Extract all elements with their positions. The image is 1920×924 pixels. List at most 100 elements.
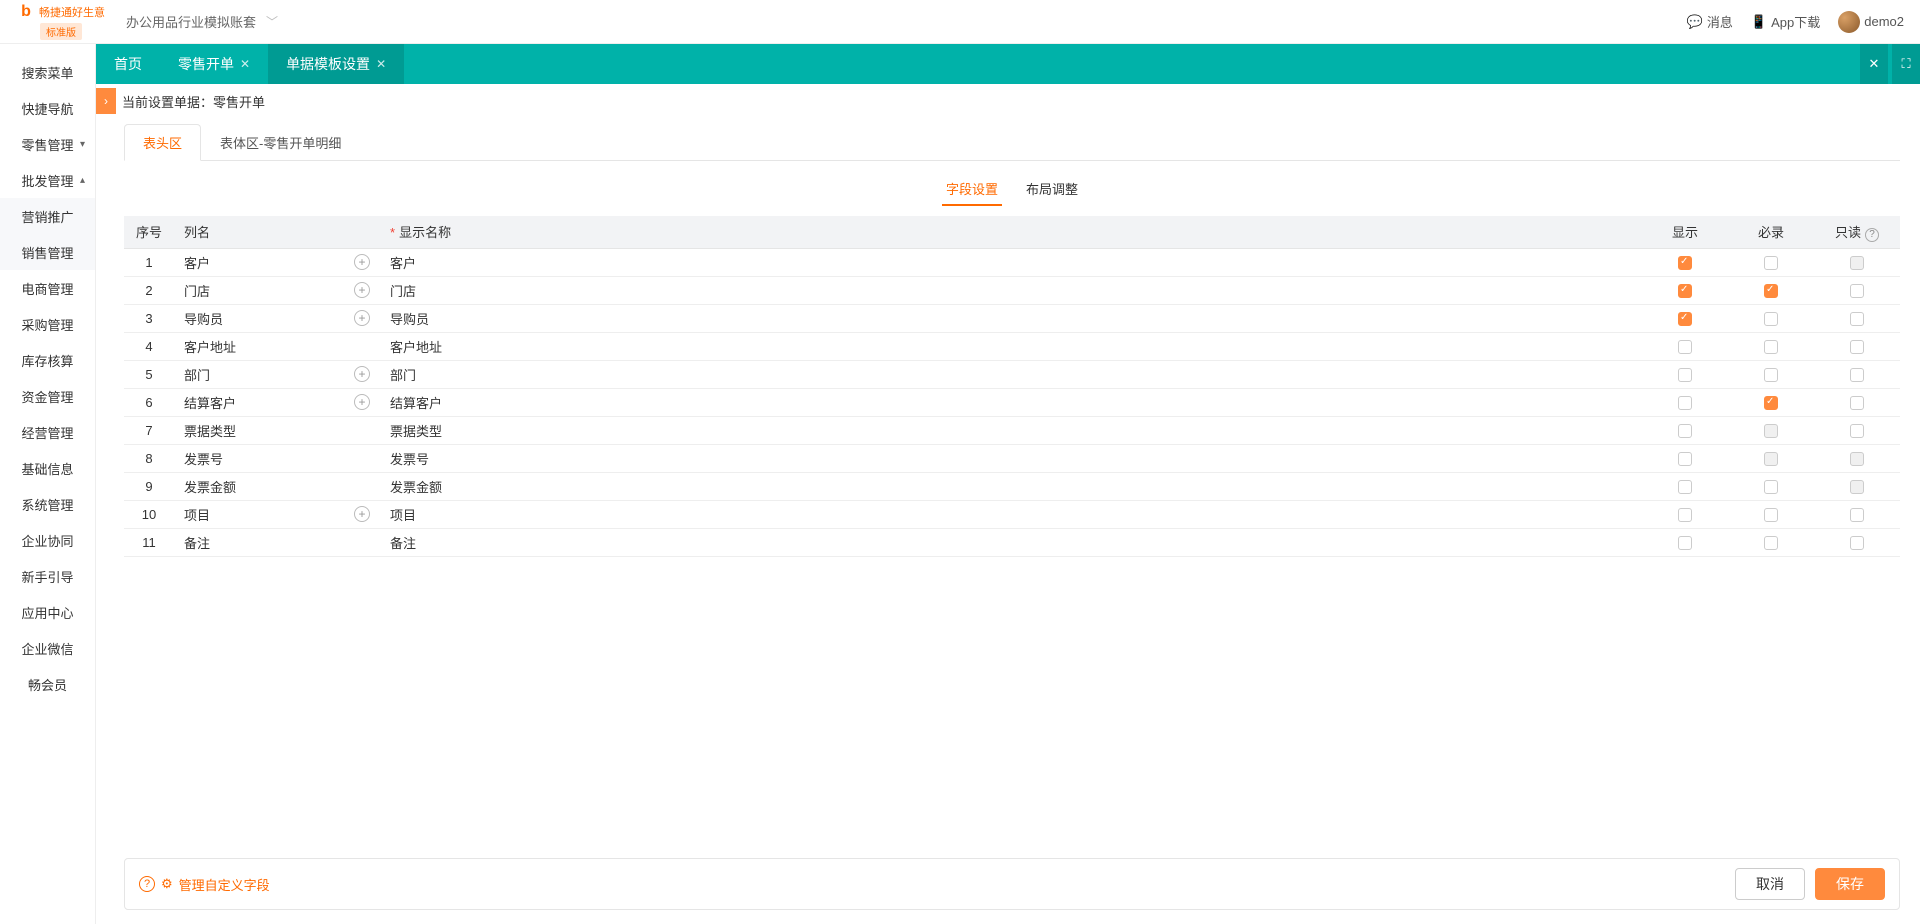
checkbox[interactable]: [1764, 396, 1778, 410]
checkbox[interactable]: [1678, 256, 1692, 270]
required-star-icon: *: [390, 225, 395, 240]
mode-tab[interactable]: 布局调整: [1022, 173, 1082, 206]
cell-display[interactable]: 部门: [380, 360, 1642, 388]
cell-readonly: [1814, 332, 1900, 360]
cell-colname: 备注: [174, 528, 344, 556]
checkbox[interactable]: [1850, 424, 1864, 438]
sidebar-subitem[interactable]: 营销推广: [0, 198, 95, 234]
checkbox[interactable]: [1764, 508, 1778, 522]
cell-colname: 门店: [174, 276, 344, 304]
sidebar-item[interactable]: 批发管理▴: [0, 162, 95, 198]
cell-display[interactable]: 客户地址: [380, 332, 1642, 360]
cell-readonly: [1814, 248, 1900, 276]
tab[interactable]: 首页: [96, 44, 160, 84]
section-tab[interactable]: 表体区-零售开单明细: [201, 124, 360, 161]
checkbox[interactable]: [1764, 256, 1778, 270]
checkbox[interactable]: [1678, 284, 1692, 298]
checkbox[interactable]: [1678, 312, 1692, 326]
brand-icon: b: [17, 3, 35, 21]
checkbox[interactable]: [1764, 368, 1778, 382]
collapse-handle[interactable]: ›: [96, 88, 116, 114]
sidebar-item[interactable]: 新手引导: [0, 558, 95, 594]
checkbox[interactable]: [1850, 536, 1864, 550]
sidebar-item[interactable]: 采购管理: [0, 306, 95, 342]
cell-seq: 10: [124, 500, 174, 528]
sidebar-item[interactable]: 基础信息: [0, 450, 95, 486]
cell-display[interactable]: 项目: [380, 500, 1642, 528]
sidebar-item[interactable]: 电商管理: [0, 270, 95, 306]
sidebar-item[interactable]: 资金管理: [0, 378, 95, 414]
close-icon[interactable]: ✕: [240, 57, 250, 71]
tab[interactable]: 零售开单 ✕: [160, 44, 268, 84]
checkbox[interactable]: [1850, 508, 1864, 522]
checkbox[interactable]: [1764, 480, 1778, 494]
user-menu[interactable]: demo2: [1838, 11, 1904, 33]
checkbox[interactable]: [1678, 424, 1692, 438]
cell-add: [344, 332, 380, 360]
cell-display[interactable]: 导购员: [380, 304, 1642, 332]
checkbox[interactable]: [1764, 312, 1778, 326]
cell-display[interactable]: 备注: [380, 528, 1642, 556]
checkbox[interactable]: [1764, 340, 1778, 354]
sidebar-item[interactable]: 搜索菜单: [0, 54, 95, 90]
cell-colname: 导购员: [174, 304, 344, 332]
sidebar-item[interactable]: 畅会员: [0, 666, 95, 702]
checkbox[interactable]: [1850, 312, 1864, 326]
cell-display[interactable]: 票据类型: [380, 416, 1642, 444]
cancel-button[interactable]: 取消: [1735, 868, 1805, 900]
org-selector[interactable]: 办公用品行业模拟账套 ﹀: [126, 12, 278, 31]
add-icon[interactable]: +: [354, 506, 370, 522]
checkbox[interactable]: [1764, 284, 1778, 298]
manage-custom-fields-link[interactable]: ? ⚙ 管理自定义字段: [139, 875, 270, 894]
sidebar-item[interactable]: 企业协同: [0, 522, 95, 558]
mode-tab[interactable]: 字段设置: [942, 173, 1002, 206]
sidebar-subitem[interactable]: 销售管理: [0, 234, 95, 270]
cell-display[interactable]: 客户: [380, 248, 1642, 276]
sidebar-item[interactable]: 企业微信: [0, 630, 95, 666]
help-icon[interactable]: ?: [1865, 228, 1879, 242]
sidebar-item[interactable]: 系统管理: [0, 486, 95, 522]
add-icon[interactable]: +: [354, 366, 370, 382]
add-icon[interactable]: +: [354, 310, 370, 326]
checkbox[interactable]: [1678, 396, 1692, 410]
app-download-button[interactable]: 📱 App下载: [1751, 12, 1820, 31]
table-row: 4客户地址客户地址: [124, 332, 1900, 360]
checkbox[interactable]: [1850, 368, 1864, 382]
add-icon[interactable]: +: [354, 254, 370, 270]
checkbox[interactable]: [1678, 508, 1692, 522]
checkbox[interactable]: [1678, 480, 1692, 494]
fullscreen-button[interactable]: ⛶: [1892, 44, 1920, 84]
close-icon[interactable]: ✕: [376, 57, 386, 71]
sidebar-item[interactable]: 零售管理▾: [0, 126, 95, 162]
checkbox[interactable]: [1850, 284, 1864, 298]
cell-required: [1728, 444, 1814, 472]
cell-display[interactable]: 门店: [380, 276, 1642, 304]
messages-button[interactable]: 💬 消息: [1687, 12, 1733, 31]
current-doc-label: 当前设置单据：零售开单: [122, 92, 265, 111]
cell-colname: 部门: [174, 360, 344, 388]
save-button[interactable]: 保存: [1815, 868, 1885, 900]
checkbox[interactable]: [1678, 368, 1692, 382]
sidebar-item[interactable]: 经营管理: [0, 414, 95, 450]
checkbox[interactable]: [1850, 340, 1864, 354]
sidebar-item[interactable]: 快捷导航: [0, 90, 95, 126]
checkbox[interactable]: [1678, 536, 1692, 550]
add-icon[interactable]: +: [354, 394, 370, 410]
cell-display[interactable]: 发票号: [380, 444, 1642, 472]
checkbox[interactable]: [1850, 396, 1864, 410]
sidebar-item[interactable]: 库存核算: [0, 342, 95, 378]
tab[interactable]: 单据模板设置✕: [268, 44, 404, 84]
close-all-tabs-button[interactable]: ✕: [1860, 44, 1888, 84]
checkbox[interactable]: [1678, 340, 1692, 354]
cell-add: +: [344, 500, 380, 528]
cell-show: [1642, 444, 1728, 472]
cell-display[interactable]: 结算客户: [380, 388, 1642, 416]
checkbox[interactable]: [1678, 452, 1692, 466]
sidebar-item[interactable]: 应用中心: [0, 594, 95, 630]
tab-label: 零售开单: [178, 54, 234, 74]
section-tab[interactable]: 表头区: [124, 124, 201, 161]
cell-display[interactable]: 发票金额: [380, 472, 1642, 500]
add-icon[interactable]: +: [354, 282, 370, 298]
cell-add: [344, 472, 380, 500]
checkbox[interactable]: [1764, 536, 1778, 550]
